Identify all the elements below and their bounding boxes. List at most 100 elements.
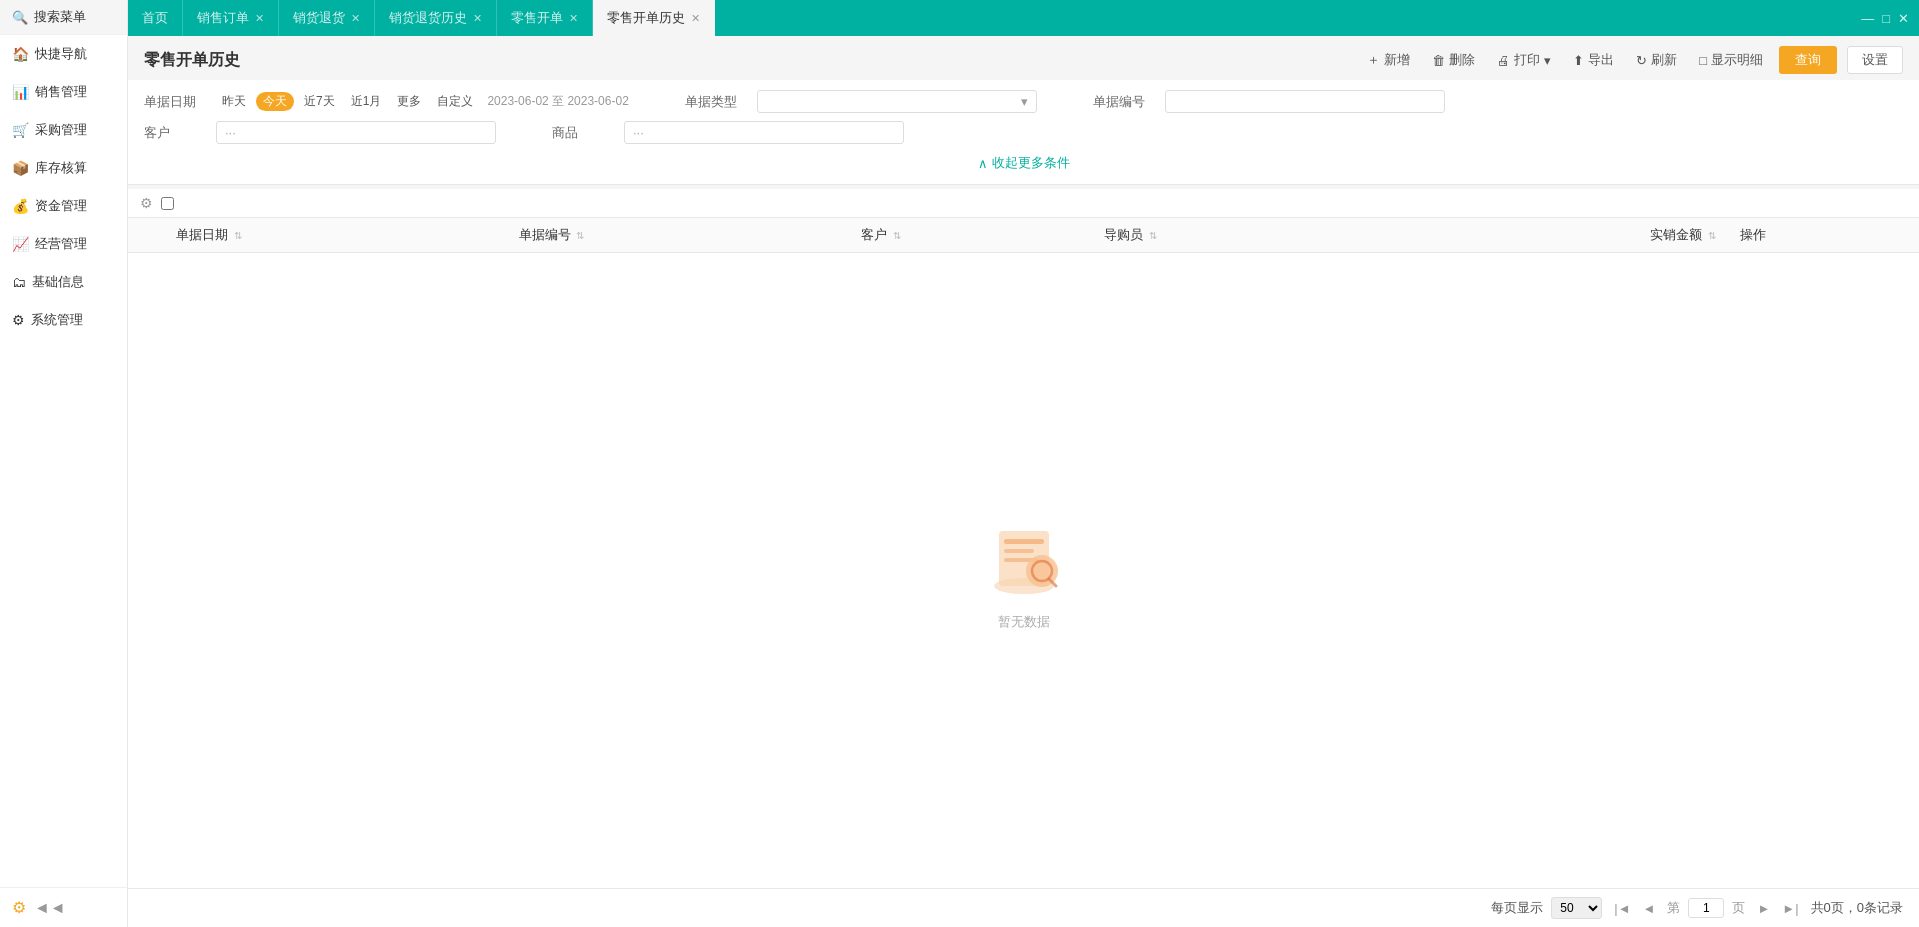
close-button[interactable]: ✕ [1898, 11, 1909, 26]
next-page-btn[interactable]: ► [1753, 899, 1774, 918]
tab-sales-return-label: 销货退货 [293, 9, 345, 27]
date-btn-1month[interactable]: 近1月 [345, 91, 388, 112]
display-detail-button[interactable]: □ 显示明细 [1693, 48, 1769, 72]
collapse-filter-btn[interactable]: ∧ 收起更多条件 [144, 152, 1903, 174]
main-area: 首页 销售订单 ✕ 销货退货 ✕ 销货退货历史 ✕ 零售开单 ✕ 零售开单历史 … [128, 0, 1919, 927]
sort-icon: ⇅ [893, 230, 901, 241]
col-order-no-label: 单据编号 [519, 227, 571, 242]
export-label: 导出 [1588, 51, 1614, 69]
collapse-label: 收起更多条件 [992, 154, 1070, 172]
maximize-button[interactable]: □ [1882, 11, 1890, 26]
col-action: 操作 [1728, 218, 1919, 253]
filter-row-2: 客户 ··· 商品 ··· [144, 121, 1903, 144]
sidebar-item-label: 库存核算 [35, 159, 87, 177]
tab-close-icon[interactable]: ✕ [473, 12, 482, 25]
toolbar: ＋ 新增 🗑 删除 🖨 打印 ▾ ⬆ 导出 ↻ 刷新 [1361, 46, 1903, 74]
date-btn-custom[interactable]: 自定义 [431, 91, 479, 112]
sidebar-item-sys-mgmt[interactable]: ⚙ 系统管理 [0, 301, 127, 339]
print-button[interactable]: 🖨 打印 ▾ [1491, 48, 1557, 72]
sidebar-item-label: 资金管理 [35, 197, 87, 215]
collapse-sidebar-icon[interactable]: ◄◄ [34, 899, 66, 917]
tab-home[interactable]: 首页 [128, 0, 183, 36]
page-header: 零售开单历史 ＋ 新增 🗑 删除 🖨 打印 ▾ ⬆ 导出 [128, 36, 1919, 80]
sidebar-item-purchase-mgmt[interactable]: 🛒 采购管理 [0, 111, 127, 149]
per-page-select[interactable]: 50 20 100 [1551, 897, 1602, 919]
sidebar-bottom: ⚙ ◄◄ [0, 887, 127, 927]
tab-close-icon[interactable]: ✕ [255, 12, 264, 25]
data-table: 单据日期 ⇅ 单据编号 ⇅ 客户 ⇅ 导购员 ⇅ [128, 218, 1919, 253]
col-guide-label: 导购员 [1104, 227, 1143, 242]
settings-gear-icon[interactable]: ⚙ [12, 898, 26, 917]
col-order-no[interactable]: 单据编号 ⇅ [507, 218, 850, 253]
goods-placeholder: ··· [633, 125, 644, 140]
setting-button[interactable]: 设置 [1847, 46, 1903, 74]
add-icon: ＋ [1367, 51, 1380, 69]
page-nav: |◄ ◄ 第 1 页 ► ►| [1610, 897, 1802, 919]
order-no-input[interactable] [1165, 90, 1445, 113]
sidebar-item-operations[interactable]: 📈 经营管理 [0, 225, 127, 263]
tab-home-label: 首页 [142, 9, 168, 27]
tab-sales-return[interactable]: 销货退货 ✕ [279, 0, 375, 36]
sidebar-search-label: 搜索菜单 [34, 8, 86, 26]
customer-filter-label: 客户 [144, 124, 200, 142]
sidebar: 🔍 搜索菜单 🏠 快捷导航 📊 销售管理 🛒 采购管理 📦 库存核算 💰 资金管… [0, 0, 128, 927]
select-all-checkbox[interactable] [161, 197, 174, 210]
tab-close-icon[interactable]: ✕ [691, 12, 700, 25]
add-button[interactable]: ＋ 新增 [1361, 48, 1416, 72]
last-page-btn[interactable]: ►| [1778, 899, 1802, 918]
sidebar-item-finance[interactable]: 💰 资金管理 [0, 187, 127, 225]
first-page-btn[interactable]: |◄ [1610, 899, 1634, 918]
sidebar-item-label: 基础信息 [32, 273, 84, 291]
page-number-input[interactable]: 1 [1688, 898, 1724, 918]
empty-state: 暂无数据 [128, 253, 1919, 888]
col-guide[interactable]: 导购员 ⇅ [1092, 218, 1385, 253]
sidebar-item-sales-mgmt[interactable]: 📊 销售管理 [0, 73, 127, 111]
tab-sales-order[interactable]: 销售订单 ✕ [183, 0, 279, 36]
tab-bar: 首页 销售订单 ✕ 销货退货 ✕ 销货退货历史 ✕ 零售开单 ✕ 零售开单历史 … [128, 0, 1919, 36]
tab-retail-open[interactable]: 零售开单 ✕ [497, 0, 593, 36]
sidebar-item-inventory[interactable]: 📦 库存核算 [0, 149, 127, 187]
page-title: 零售开单历史 [144, 50, 240, 71]
prev-page-btn[interactable]: ◄ [1639, 899, 1660, 918]
tab-retail-history[interactable]: 零售开单历史 ✕ [593, 0, 715, 36]
display-label: 显示明细 [1711, 51, 1763, 69]
tab-retail-history-label: 零售开单历史 [607, 9, 685, 27]
tab-close-icon[interactable]: ✕ [351, 12, 360, 25]
empty-text: 暂无数据 [998, 613, 1050, 631]
query-button[interactable]: 查询 [1779, 46, 1837, 74]
type-filter-select[interactable]: ▾ [757, 90, 1037, 113]
date-filter-label: 单据日期 [144, 93, 200, 111]
tab-close-icon[interactable]: ✕ [569, 12, 578, 25]
goods-filter-input[interactable]: ··· [624, 121, 904, 144]
sidebar-search[interactable]: 🔍 搜索菜单 [0, 0, 127, 35]
delete-button[interactable]: 🗑 删除 [1426, 48, 1481, 72]
sort-icon: ⇅ [1708, 230, 1716, 241]
sort-icon: ⇅ [1149, 230, 1157, 241]
sidebar-item-quick-nav[interactable]: 🏠 快捷导航 [0, 35, 127, 73]
table-settings-icon[interactable]: ⚙ [140, 195, 153, 211]
col-amount-label: 实销金额 [1650, 227, 1702, 242]
date-range-text: 2023-06-02 至 2023-06-02 [487, 93, 628, 110]
tab-sales-return-history[interactable]: 销货退货历史 ✕ [375, 0, 497, 36]
refresh-button[interactable]: ↻ 刷新 [1630, 48, 1683, 72]
col-customer[interactable]: 客户 ⇅ [849, 218, 1092, 253]
sidebar-item-basic-info[interactable]: 🗂 基础信息 [0, 263, 127, 301]
sort-icon: ⇅ [576, 230, 584, 241]
col-date[interactable]: 单据日期 ⇅ [164, 218, 507, 253]
delete-icon: 🗑 [1432, 53, 1445, 68]
export-icon: ⬆ [1573, 53, 1584, 68]
chart-icon: 📊 [12, 84, 29, 100]
date-btn-yesterday[interactable]: 昨天 [216, 91, 252, 112]
col-amount[interactable]: 实销金额 ⇅ [1385, 218, 1728, 253]
table-toolbar: ⚙ [128, 189, 1919, 218]
total-text: 共0页，0条记录 [1811, 899, 1903, 917]
minimize-button[interactable]: — [1861, 11, 1874, 26]
date-btn-7days[interactable]: 近7天 [298, 91, 341, 112]
customer-filter-input[interactable]: ··· [216, 121, 496, 144]
date-btn-more[interactable]: 更多 [391, 91, 427, 112]
export-button[interactable]: ⬆ 导出 [1567, 48, 1620, 72]
home-icon: 🏠 [12, 46, 29, 62]
box-icon: 📦 [12, 160, 29, 176]
date-btn-today[interactable]: 今天 [256, 92, 294, 111]
filter-row-1: 单据日期 昨天 今天 近7天 近1月 更多 自定义 2023-06-02 至 2… [144, 90, 1903, 113]
